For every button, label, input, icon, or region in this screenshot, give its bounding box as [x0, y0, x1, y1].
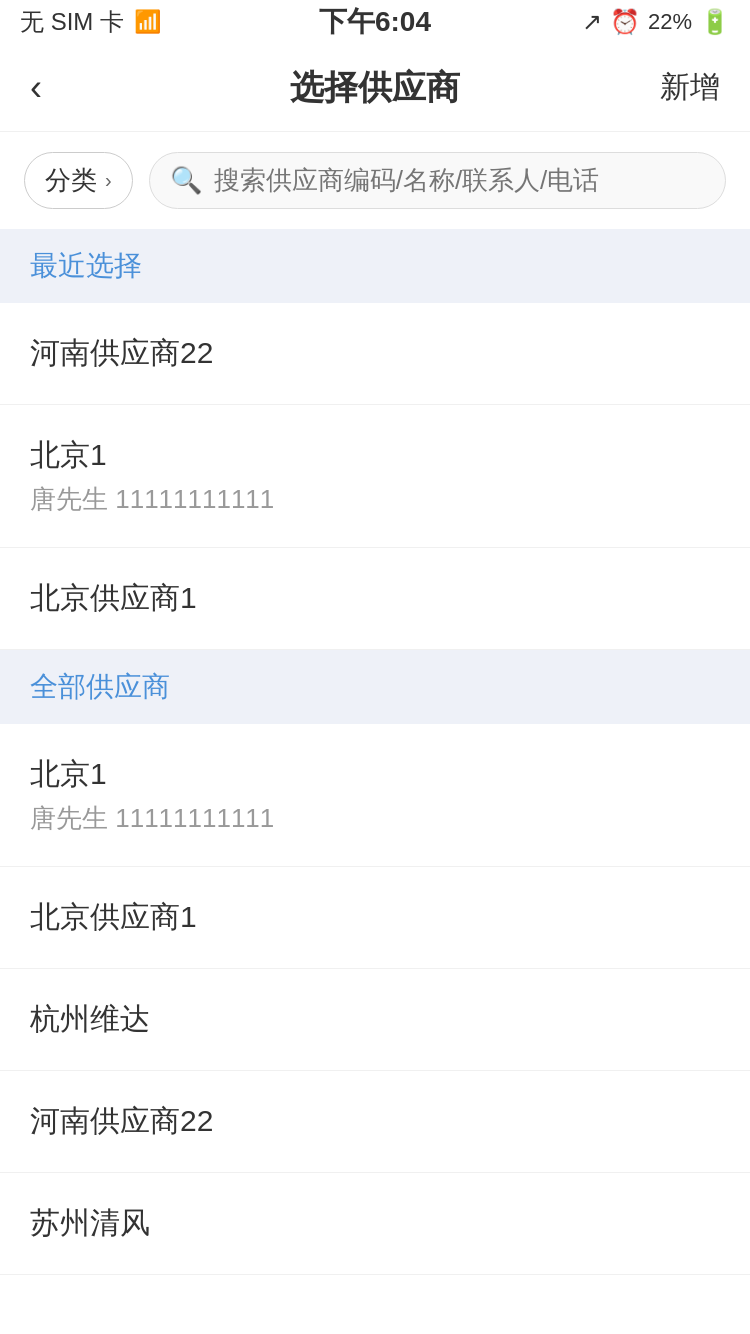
list-item-a4[interactable]: 河南供应商22	[0, 1071, 750, 1173]
search-input[interactable]	[214, 165, 705, 196]
item-name-r3: 北京供应商1	[30, 578, 720, 619]
alarm-icon: ⏰	[610, 8, 640, 36]
nav-bar: ‹ 选择供应商 新增	[0, 44, 750, 132]
new-action-button[interactable]: 新增	[660, 67, 720, 108]
filter-button[interactable]: 分类 ›	[24, 152, 133, 209]
status-time: 下午6:04	[319, 3, 431, 41]
list-item-a1[interactable]: 北京1 唐先生 11111111111	[0, 724, 750, 867]
list-item-r2[interactable]: 北京1 唐先生 11111111111	[0, 405, 750, 548]
item-name-a5: 苏州清风	[30, 1203, 720, 1244]
search-area: 分类 › 🔍	[0, 132, 750, 229]
location-icon: ↗	[582, 8, 602, 36]
page-title: 选择供应商	[290, 65, 460, 111]
filter-label: 分类	[45, 163, 97, 198]
list-item-a5[interactable]: 苏州清风	[0, 1173, 750, 1275]
filter-arrow-icon: ›	[105, 169, 112, 192]
status-right: ↗ ⏰ 22% 🔋	[582, 8, 730, 36]
list-item-a3[interactable]: 杭州维达	[0, 969, 750, 1071]
battery-icon: 🔋	[700, 8, 730, 36]
item-name-a2: 北京供应商1	[30, 897, 720, 938]
battery-indicator: 22%	[648, 9, 692, 35]
item-name-a3: 杭州维达	[30, 999, 720, 1040]
section-header-all: 全部供应商	[0, 650, 750, 724]
item-name-r2: 北京1	[30, 435, 720, 476]
section-header-recent: 最近选择	[0, 229, 750, 303]
no-sim-text: 无 SIM 卡	[20, 6, 124, 38]
supplier-list: 最近选择河南供应商22 北京1 唐先生 11111111111 北京供应商1 全部供应商…	[0, 229, 750, 1275]
status-bar: 无 SIM 卡 📶 下午6:04 ↗ ⏰ 22% 🔋	[0, 0, 750, 44]
search-box: 🔍	[149, 152, 726, 209]
item-sub-r2: 唐先生 11111111111	[30, 482, 720, 517]
search-icon: 🔍	[170, 165, 202, 196]
list-item-r1[interactable]: 河南供应商22	[0, 303, 750, 405]
item-name-a1: 北京1	[30, 754, 720, 795]
item-name-r1: 河南供应商22	[30, 333, 720, 374]
list-item-a2[interactable]: 北京供应商1	[0, 867, 750, 969]
wifi-icon: 📶	[134, 9, 161, 35]
back-button[interactable]: ‹	[30, 67, 90, 109]
item-name-a4: 河南供应商22	[30, 1101, 720, 1142]
list-item-r3[interactable]: 北京供应商1	[0, 548, 750, 650]
status-left: 无 SIM 卡 📶	[20, 6, 161, 38]
item-sub-a1: 唐先生 11111111111	[30, 801, 720, 836]
